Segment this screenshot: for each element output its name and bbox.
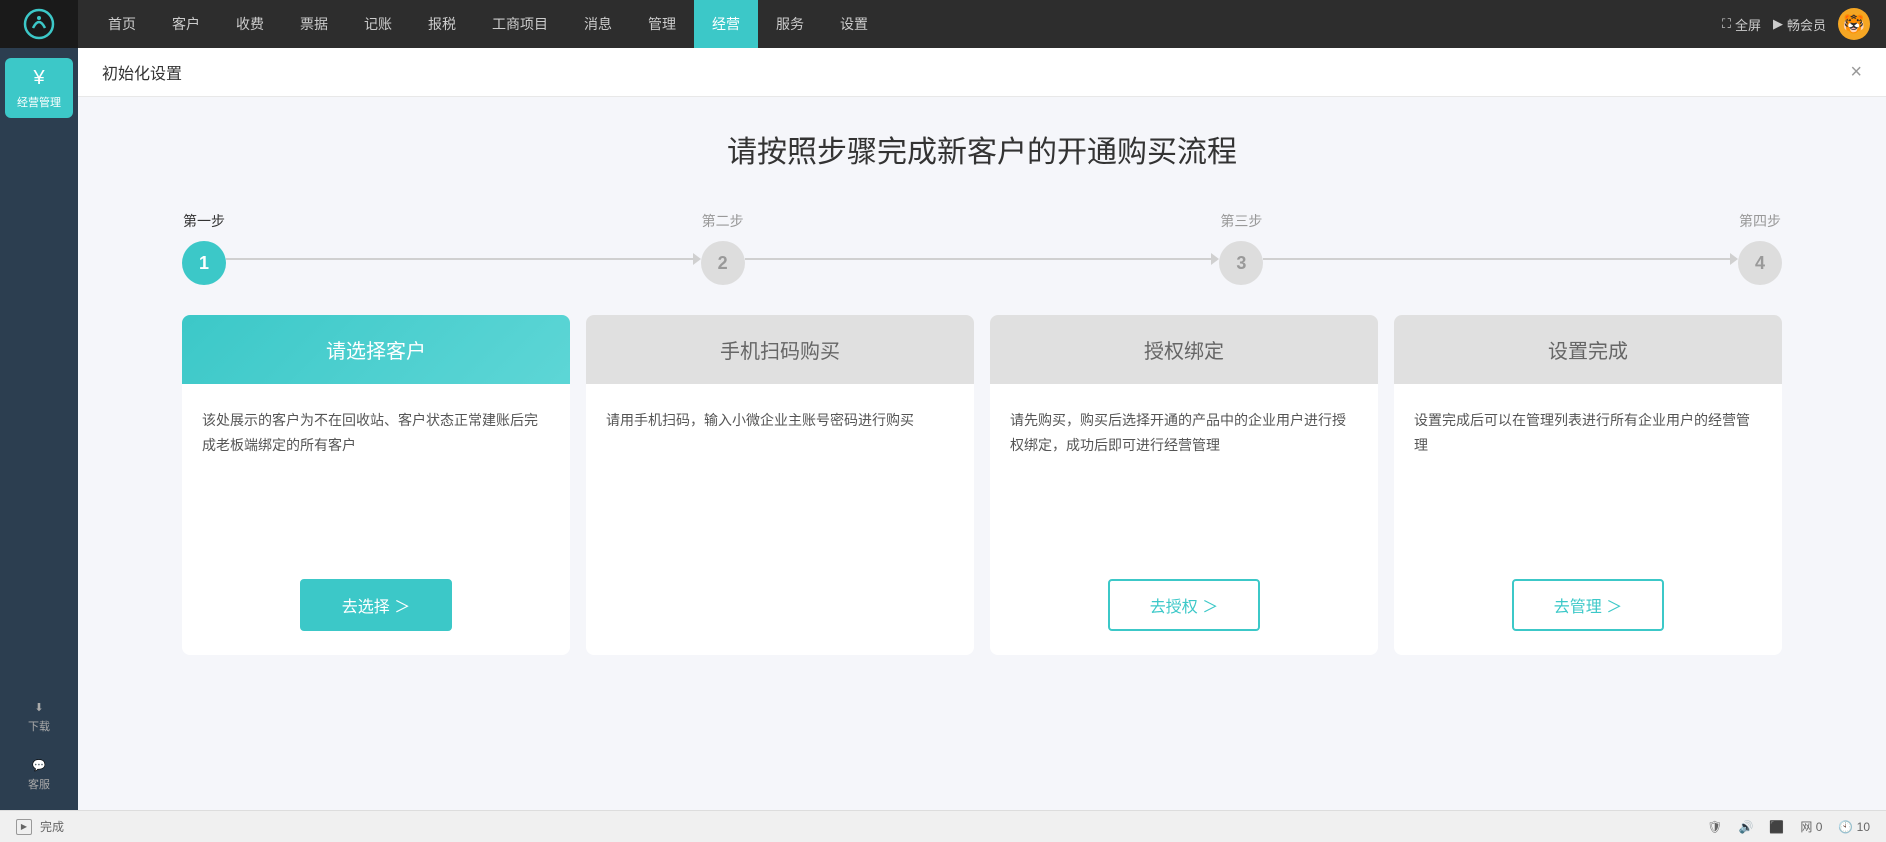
nav-right-actions: ⛶ 全屏 ▶ 畅会员 🐯 (1722, 8, 1870, 40)
status-left: ▶ 完成 (16, 818, 64, 835)
page-title: 初始化设置 (102, 60, 182, 84)
status-text: 完成 (40, 818, 64, 835)
step-4-label: 第四步 (1739, 211, 1781, 231)
connector-3-4 (1263, 253, 1738, 265)
avatar[interactable]: 🐯 (1838, 8, 1870, 40)
step-4-circle: 4 (1738, 241, 1782, 285)
nav-invoice[interactable]: 票据 (282, 0, 346, 48)
network-status: 网 0 (1800, 818, 1822, 835)
card-4-footer: 去管理 ＞ (1394, 563, 1782, 655)
card-1-header: 请选择客户 (182, 315, 570, 384)
card-2-footer (586, 615, 974, 655)
page-content: 请按照步骤完成新客户的开通购买流程 第一步 1 第二步 2 (78, 97, 1886, 810)
sidebar-download[interactable]: ⬇ 下载 (5, 692, 73, 742)
arrow-3 (1730, 253, 1738, 265)
card-2-body: 请用手机扫码，输入小微企业主账号密码进行购买 (586, 384, 974, 615)
screen-icon: ⬛ (1769, 820, 1784, 834)
card-1-footer: 去选择 ＞ (182, 563, 570, 655)
card-4-body: 设置完成后可以在管理列表进行所有企业用户的经营管理 (1394, 384, 1782, 563)
card-3-body: 请先购买，购买后选择开通的产品中的企业用户进行授权绑定，成功后即可进行经营管理 (990, 384, 1378, 563)
nav-service[interactable]: 服务 (758, 0, 822, 48)
card-1-button[interactable]: 去选择 ＞ (300, 579, 452, 631)
card-4-header: 设置完成 (1394, 315, 1782, 384)
step-1-label: 第一步 (183, 211, 225, 231)
nav-accounting[interactable]: 记账 (346, 0, 410, 48)
fullscreen-button[interactable]: ⛶ 全屏 (1722, 15, 1761, 34)
card-3-button[interactable]: 去授权 ＞ (1108, 579, 1260, 631)
sidebar-support[interactable]: 💬 客服 (5, 750, 73, 800)
volume-icon: 🔊 (1738, 820, 1753, 834)
nav-message[interactable]: 消息 (566, 0, 630, 48)
step-4: 第四步 4 (1738, 211, 1782, 285)
close-button[interactable]: × (1850, 62, 1862, 82)
connector-1-2 (226, 253, 701, 265)
card-2-header: 手机扫码购买 (586, 315, 974, 384)
vip-button[interactable]: ▶ 畅会员 (1773, 15, 1826, 34)
step-2-circle: 2 (701, 241, 745, 285)
nav-tax[interactable]: 报税 (410, 0, 474, 48)
connector-2-3 (745, 253, 1220, 265)
download-icon: ⬇ (34, 701, 43, 714)
nav-settings[interactable]: 设置 (822, 0, 886, 48)
step-3: 第三步 3 (1219, 211, 1263, 285)
clock-status: 🕙 10 (1838, 820, 1870, 834)
nav-fee[interactable]: 收费 (218, 0, 282, 48)
yuan-icon: ¥ (33, 67, 44, 90)
card-4: 设置完成 设置完成后可以在管理列表进行所有企业用户的经营管理 去管理 ＞ (1394, 315, 1782, 655)
step-1-circle: 1 (182, 241, 226, 285)
nav-home[interactable]: 首页 (90, 0, 154, 48)
play-icon: ▶ (1773, 16, 1783, 32)
line-2 (745, 258, 1213, 260)
nav-manage[interactable]: 管理 (630, 0, 694, 48)
card-3: 授权绑定 请先购买，购买后选择开通的产品中的企业用户进行授权绑定，成功后即可进行… (990, 315, 1378, 655)
content-area: 初始化设置 × 请按照步骤完成新客户的开通购买流程 第一步 1 (78, 48, 1886, 810)
step-2-label: 第二步 (702, 211, 744, 231)
sidebar-item-operation[interactable]: ¥ 经营管理 (5, 58, 73, 118)
step-1: 第一步 1 (182, 211, 226, 285)
nav-business[interactable]: 工商项目 (474, 0, 566, 48)
card-3-header: 授权绑定 (990, 315, 1378, 384)
line-1 (226, 258, 694, 260)
line-3 (1263, 258, 1731, 260)
card-1-body: 该处展示的客户为不在回收站、客户状态正常建账后完成老板端绑定的所有客户 (182, 384, 570, 563)
section-title: 请按照步骤完成新客户的开通购买流程 (118, 127, 1846, 171)
step-3-circle: 3 (1219, 241, 1263, 285)
card-2: 手机扫码购买 请用手机扫码，输入小微企业主账号密码进行购买 (586, 315, 974, 655)
page-header: 初始化设置 × (78, 48, 1886, 97)
card-3-footer: 去授权 ＞ (990, 563, 1378, 655)
nav-operation[interactable]: 经营 (694, 0, 758, 48)
arrow-2 (1211, 253, 1219, 265)
sidebar-label-operation: 经营管理 (17, 94, 61, 110)
status-bar: ▶ 完成 🛡 🔊 ⬛ 网 0 🕙 10 (0, 810, 1886, 842)
status-right: 🛡 🔊 ⬛ 网 0 🕙 10 (1707, 818, 1870, 835)
steps-row: 第一步 1 第二步 2 (182, 211, 1782, 285)
fullscreen-icon: ⛶ (1722, 16, 1731, 32)
arrow-1 (693, 253, 701, 265)
card-4-button[interactable]: 去管理 ＞ (1512, 579, 1664, 631)
shield-icon: 🛡 (1707, 820, 1722, 834)
nav-menu: 首页 客户 收费 票据 记账 报税 工商项目 消息 管理 经营 服务 设置 (90, 0, 886, 48)
app-logo (0, 0, 78, 48)
nav-client[interactable]: 客户 (154, 0, 218, 48)
sidebar: ¥ 经营管理 ⬇ 下载 💬 客服 (0, 48, 78, 810)
step-2: 第二步 2 (701, 211, 745, 285)
cards-row: 请选择客户 该处展示的客户为不在回收站、客户状态正常建账后完成老板端绑定的所有客… (182, 315, 1782, 655)
card-1: 请选择客户 该处展示的客户为不在回收站、客户状态正常建账后完成老板端绑定的所有客… (182, 315, 570, 655)
top-navigation: 首页 客户 收费 票据 记账 报税 工商项目 消息 管理 经营 服务 设置 ⛶ … (0, 0, 1886, 48)
sidebar-bottom: ⬇ 下载 💬 客服 (5, 692, 73, 810)
step-3-label: 第三步 (1220, 211, 1262, 231)
main-layout: ¥ 经营管理 ⬇ 下载 💬 客服 初始化设置 × 请按照步骤完成新客户的开通购买… (0, 48, 1886, 810)
play-button[interactable]: ▶ (16, 819, 32, 835)
support-icon: 💬 (32, 759, 46, 772)
